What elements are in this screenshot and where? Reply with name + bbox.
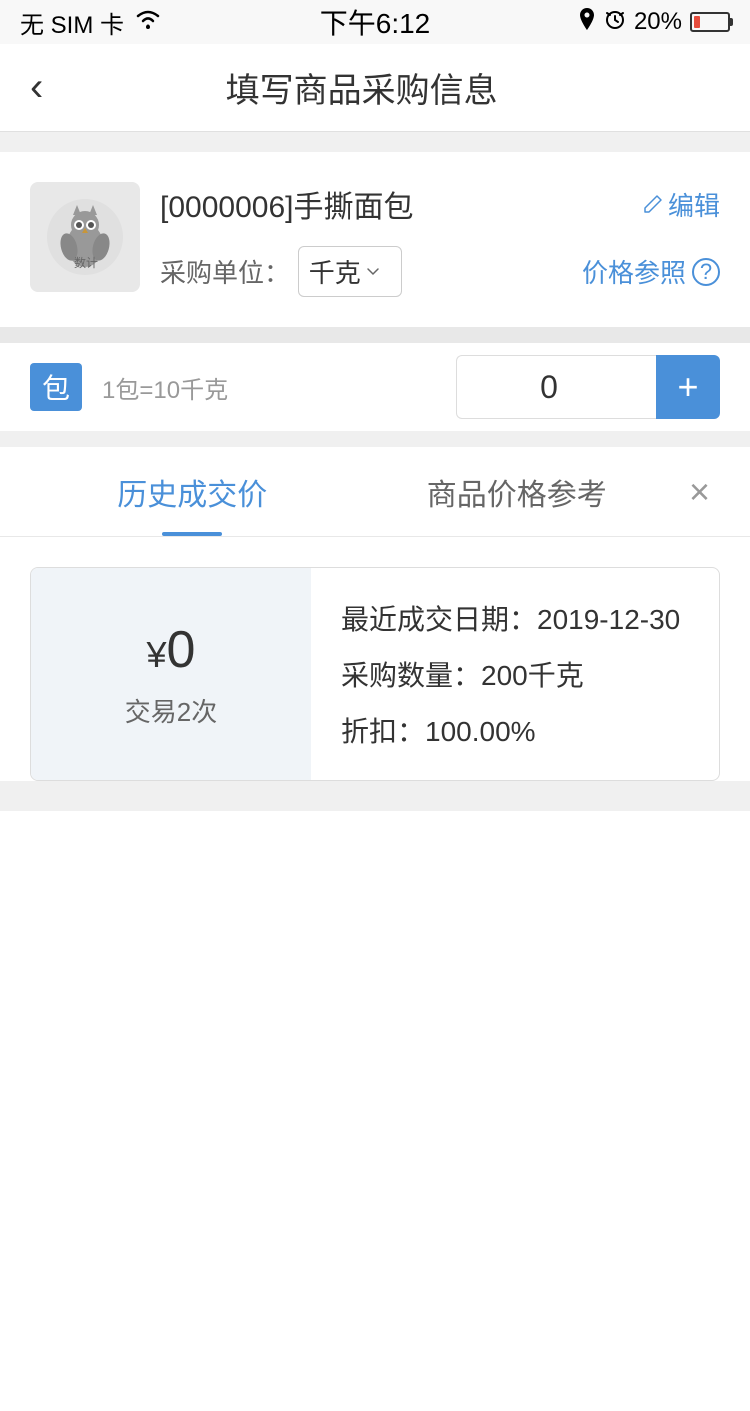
tab-history-price[interactable]: 历史成交价	[30, 447, 354, 536]
recent-date-row: 最近成交日期：2019-12-30	[341, 598, 689, 638]
quantity-plus-button[interactable]: +	[656, 355, 720, 419]
discount-row: 折扣：100.00%	[341, 710, 689, 750]
page-bottom	[0, 811, 750, 1411]
quantity-input[interactable]	[456, 355, 656, 419]
nav-title: 填写商品采购信息	[63, 63, 660, 112]
price-display: ¥0	[147, 620, 196, 680]
divider	[0, 327, 750, 343]
carrier-text: 无 SIM 卡	[20, 5, 124, 40]
back-button[interactable]: ‹	[30, 65, 43, 110]
currency-symbol: ¥	[147, 634, 167, 675]
battery-icon	[690, 12, 730, 32]
unit-description: 1包=10千克	[102, 370, 436, 405]
wifi-icon	[134, 8, 162, 37]
unit-selector-area: 采购单位： 千克	[160, 246, 402, 297]
purchase-qty-value: 200千克	[481, 660, 584, 691]
status-right: 20%	[578, 8, 730, 37]
quantity-row: 包 1包=10千克 +	[0, 343, 750, 431]
recent-date-label: 最近成交日期：	[341, 604, 537, 635]
recent-date-value: 2019-12-30	[537, 604, 680, 635]
product-header: 数计 [0000006]手撕面包 编辑 采购单位： 千克	[30, 182, 720, 297]
unit-label: 采购单位：	[160, 258, 290, 288]
purchase-qty-label: 采购数量：	[341, 660, 481, 691]
edit-button[interactable]: 编辑	[642, 186, 720, 223]
svg-text:数计: 数计	[74, 255, 98, 270]
edit-icon	[642, 193, 664, 215]
chevron-down-icon	[365, 264, 381, 280]
help-icon: ?	[692, 258, 720, 286]
quantity-input-box: +	[456, 355, 720, 419]
location-icon	[578, 8, 596, 37]
discount-value: 100.00%	[425, 716, 536, 747]
status-left: 无 SIM 卡	[20, 5, 162, 40]
tab-panel: 历史成交价 商品价格参考 × ¥0 交易2次 最近成交日期：2019-12-30…	[0, 447, 750, 781]
history-card: ¥0 交易2次 最近成交日期：2019-12-30 采购数量：200千克 折扣：…	[30, 567, 720, 781]
unit-badge: 包	[30, 363, 82, 411]
history-price-side: ¥0 交易2次	[31, 568, 311, 780]
price-ref-button[interactable]: 价格参照 ?	[582, 253, 720, 290]
alarm-icon	[604, 8, 626, 37]
product-name: [0000006]手撕面包	[160, 182, 413, 226]
product-info: [0000006]手撕面包 编辑 采购单位： 千克 价格参照	[160, 182, 720, 297]
product-unit-row: 采购单位： 千克 价格参照 ?	[160, 246, 720, 297]
status-bar: 无 SIM 卡 下午6:12 20%	[0, 0, 750, 44]
product-card: 数计 [0000006]手撕面包 编辑 采购单位： 千克	[0, 152, 750, 327]
tab-header: 历史成交价 商品价格参考 ×	[0, 447, 750, 537]
tab-product-price-ref[interactable]: 商品价格参考	[354, 447, 678, 536]
product-name-row: [0000006]手撕面包 编辑	[160, 182, 720, 226]
status-time: 下午6:12	[320, 2, 431, 42]
product-thumbnail: 数计	[30, 182, 140, 292]
product-logo-icon: 数计	[45, 197, 125, 277]
trade-count: 交易2次	[125, 692, 217, 729]
battery-percent: 20%	[634, 8, 682, 36]
unit-select[interactable]: 千克	[298, 246, 402, 297]
purchase-qty-row: 采购数量：200千克	[341, 654, 689, 694]
history-detail-side: 最近成交日期：2019-12-30 采购数量：200千克 折扣：100.00%	[311, 568, 719, 780]
discount-label: 折扣：	[341, 716, 425, 747]
tab-close-button[interactable]: ×	[679, 461, 720, 523]
nav-bar: ‹ 填写商品采购信息	[0, 44, 750, 132]
